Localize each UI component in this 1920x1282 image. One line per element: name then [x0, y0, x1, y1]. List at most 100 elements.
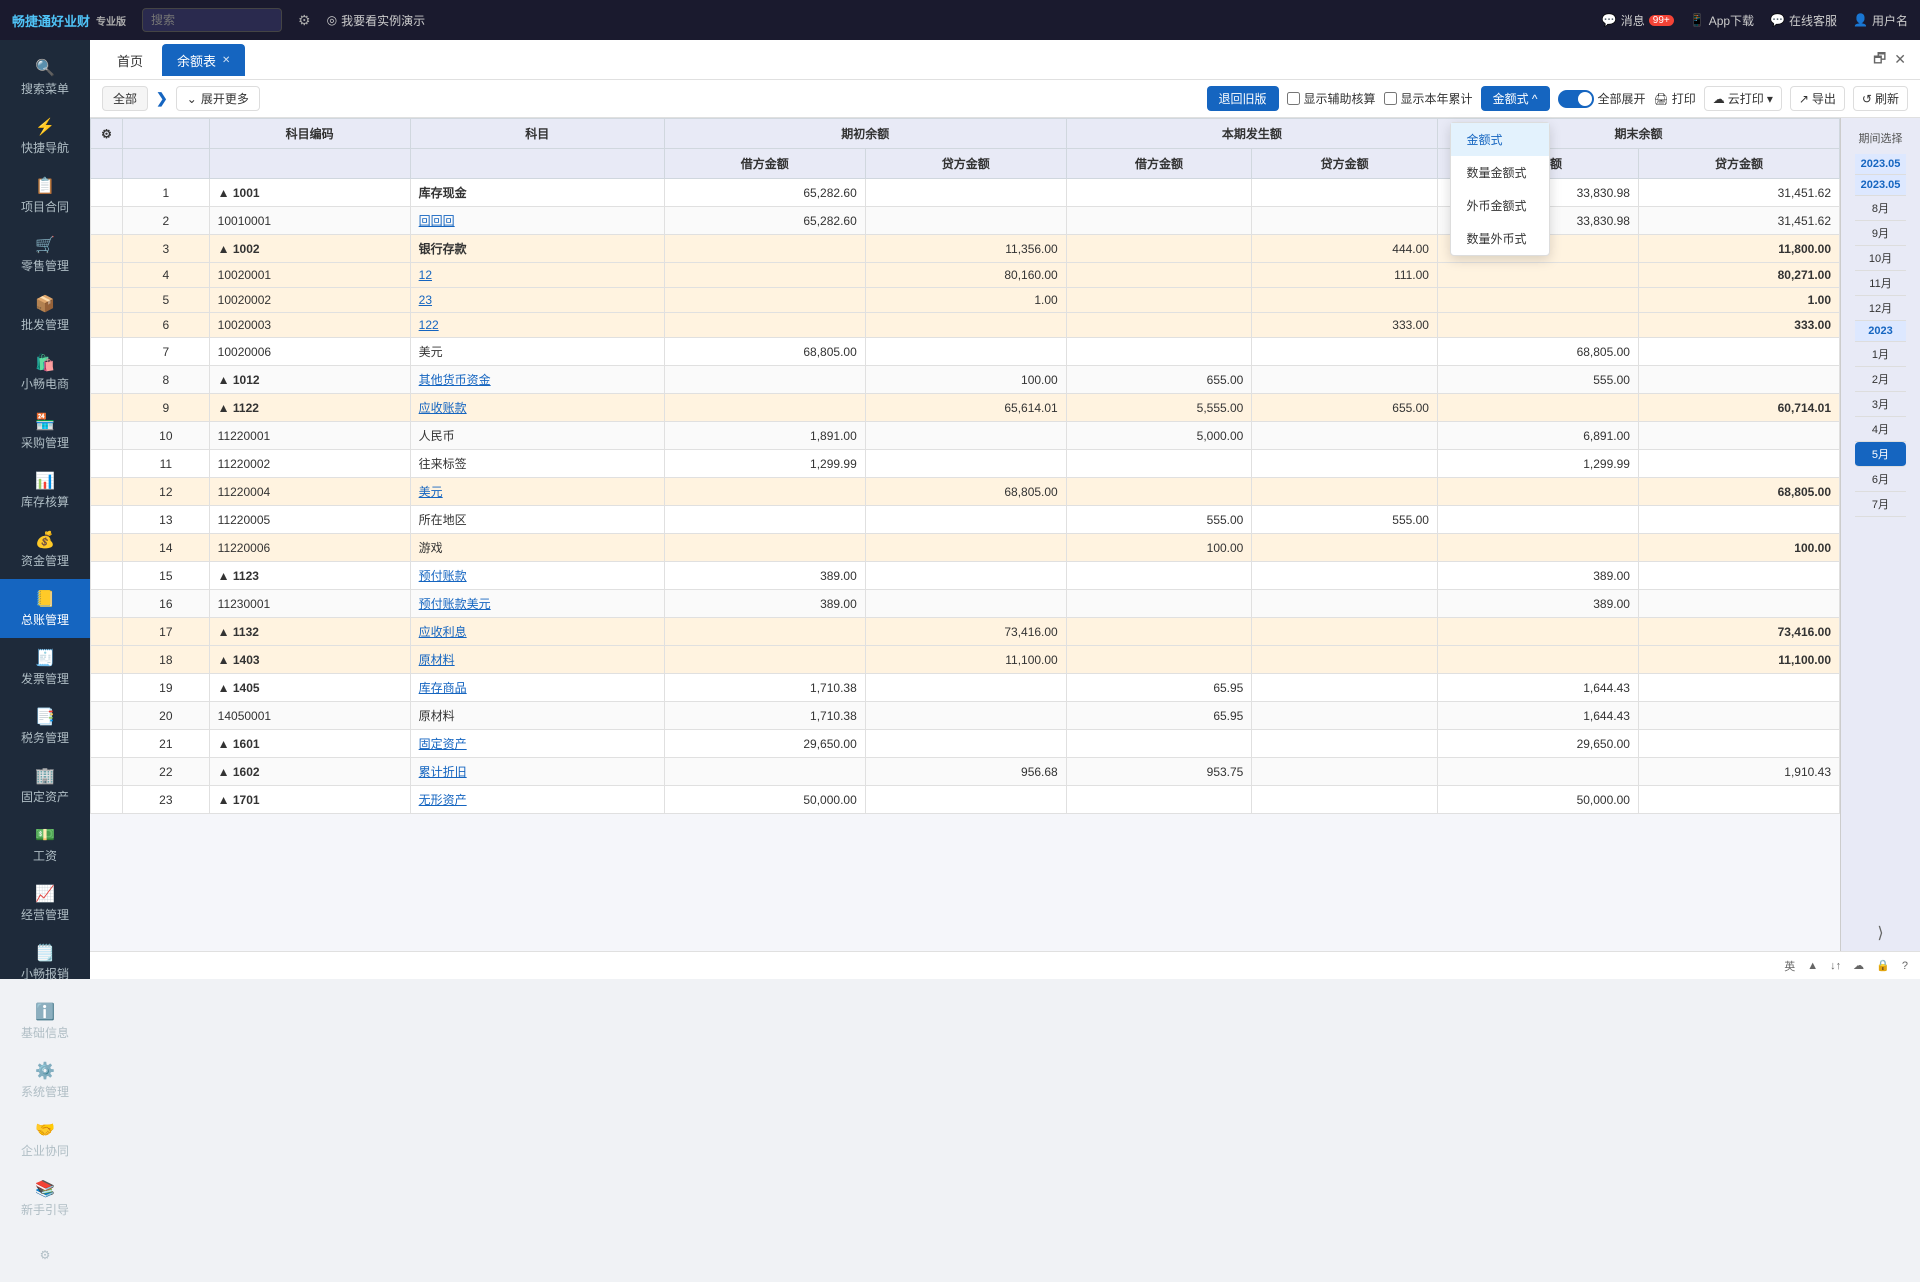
period-month-item[interactable]: 5月 — [1855, 442, 1907, 467]
show-year-checkbox[interactable]: 显示本年累计 — [1384, 90, 1473, 107]
back-old-version-btn[interactable]: 退回旧版 — [1207, 86, 1279, 111]
row-name[interactable]: 应收利息 — [410, 618, 664, 646]
row-opening-debit — [664, 313, 865, 338]
expand-more-btn[interactable]: ⌄ 展开更多 — [176, 86, 260, 111]
refresh-btn[interactable]: ↺ 刷新 — [1853, 86, 1908, 111]
period-year-item[interactable]: 2023.05 — [1855, 175, 1907, 196]
sidebar-item-guide[interactable]: 📚 新手引导 — [0, 1169, 90, 1228]
period-year-item[interactable]: 2023.05 — [1855, 154, 1907, 175]
row-period-credit — [1252, 207, 1438, 235]
col-code: 科目编码 — [209, 119, 410, 149]
period-month-item[interactable]: 3月 — [1855, 392, 1907, 417]
period-month-item[interactable]: 2023 — [1855, 321, 1907, 342]
sidebar-item-tax[interactable]: 📑 税务管理 — [0, 697, 90, 756]
window-restore-btn[interactable]: 🗗 — [1871, 46, 1888, 74]
panel-collapse-btn[interactable]: ⟩ — [1877, 923, 1883, 943]
sidebar-item-operations[interactable]: 📈 经营管理 — [0, 874, 90, 933]
print-btn[interactable]: 🖨 打印 — [1654, 90, 1696, 107]
row-opening-debit — [664, 506, 865, 534]
status-up[interactable]: ▲ — [1807, 960, 1818, 972]
sidebar-item-project[interactable]: 📋 项目合同 — [0, 166, 90, 225]
user-avatar[interactable]: 👤 用户名 — [1853, 12, 1908, 29]
tab-close-icon[interactable]: ✕ — [222, 55, 230, 66]
app-download-btn[interactable]: 📱 App下载 — [1690, 12, 1754, 29]
row-opening-credit — [865, 702, 1066, 730]
row-name[interactable]: 美元 — [410, 478, 664, 506]
row-period-credit: 655.00 — [1252, 394, 1438, 422]
sidebar-item-assets[interactable]: 🏢 固定资产 — [0, 756, 90, 815]
row-settings — [91, 179, 123, 207]
search-input[interactable] — [142, 8, 282, 32]
sidebar-item-capital[interactable]: 💰 资金管理 — [0, 520, 90, 579]
sidebar-item-system[interactable]: ⚙️ 系统管理 — [0, 1051, 90, 1110]
tab-home[interactable]: 首页 — [102, 44, 158, 76]
row-settings — [91, 338, 123, 366]
row-period-debit — [1066, 618, 1252, 646]
sidebar-item-basic[interactable]: ℹ️ 基础信息 — [0, 992, 90, 1051]
period-month-item[interactable]: 7月 — [1855, 492, 1907, 517]
row-opening-debit — [664, 288, 865, 313]
row-name[interactable]: 累计折旧 — [410, 758, 664, 786]
export-btn[interactable]: ↗ 导出 — [1790, 86, 1845, 111]
period-month-item[interactable]: 11月 — [1855, 271, 1907, 296]
amount-type-option-foreign-amount[interactable]: 外币金额式 — [1451, 189, 1549, 222]
sidebar-item-quicknav[interactable]: ⚡ 快捷导航 — [0, 107, 90, 166]
sidebar-item-payroll[interactable]: 💵 工资 — [0, 815, 90, 874]
sidebar-item-ecommerce[interactable]: 🛍️ 小畅电商 — [0, 343, 90, 402]
row-name[interactable]: 预付账款美元 — [410, 590, 664, 618]
window-close-btn[interactable]: ✕ — [1892, 46, 1908, 74]
status-lang[interactable]: 英 — [1784, 958, 1795, 974]
online-service-btn[interactable]: 💬 在线客服 — [1770, 12, 1837, 29]
row-name[interactable]: 库存商品 — [410, 674, 664, 702]
expand-all-toggle[interactable]: 全部展开 — [1558, 90, 1646, 108]
row-name[interactable]: 原材料 — [410, 646, 664, 674]
period-month-item[interactable]: 4月 — [1855, 417, 1907, 442]
sidebar-item-reports[interactable]: 🗒️ 小畅报销 — [0, 933, 90, 992]
cloud-print-btn[interactable]: ☁ 云打印 ▾ — [1704, 86, 1782, 111]
row-name[interactable]: 12 — [410, 263, 664, 288]
row-name[interactable]: 应收账款 — [410, 394, 664, 422]
period-month-item[interactable]: 6月 — [1855, 467, 1907, 492]
row-name[interactable]: 122 — [410, 313, 664, 338]
period-month-item[interactable]: 8月 — [1855, 196, 1907, 221]
sidebar-item-wholesale[interactable]: 📦 批发管理 — [0, 284, 90, 343]
period-month-item[interactable]: 2月 — [1855, 367, 1907, 392]
nav-all-btn[interactable]: 全部 — [102, 86, 148, 111]
row-name[interactable]: 23 — [410, 288, 664, 313]
status-sync[interactable]: ↓↑ — [1830, 960, 1841, 972]
sidebar-item-search[interactable]: 🔍 搜索菜单 — [0, 48, 90, 107]
row-num: 12 — [123, 478, 210, 506]
amount-type-option-amount[interactable]: 金额式 — [1451, 123, 1549, 156]
status-help[interactable]: ? — [1902, 960, 1908, 972]
sidebar-item-invoice[interactable]: 🧾 发票管理 — [0, 638, 90, 697]
sidebar-settings-btn[interactable]: ⚙ — [36, 1238, 55, 1272]
sidebar-item-inventory[interactable]: 📊 库存核算 — [0, 461, 90, 520]
period-month-item[interactable]: 10月 — [1855, 246, 1907, 271]
amount-type-option-qty-amount[interactable]: 数量金额式 — [1451, 156, 1549, 189]
row-name[interactable]: 无形资产 — [410, 786, 664, 814]
row-name[interactable]: 固定资产 — [410, 730, 664, 758]
status-lock[interactable]: 🔒 — [1876, 959, 1890, 972]
message-btn[interactable]: 💬 消息 99+ — [1602, 12, 1674, 29]
toggle-switch-control[interactable] — [1558, 90, 1594, 108]
show-assist-checkbox[interactable]: 显示辅助核算 — [1287, 90, 1376, 107]
tab-balance[interactable]: 余额表 ✕ — [162, 44, 245, 76]
row-name[interactable]: 回回回 — [410, 207, 664, 235]
row-name[interactable]: 其他货币资金 — [410, 366, 664, 394]
nav-forward-icon[interactable]: ❯ — [156, 90, 168, 107]
amount-type-option-qty-foreign[interactable]: 数量外币式 — [1451, 222, 1549, 255]
table-wrapper[interactable]: ⚙ 科目编码 科目 期初余额 本期发生额 期末余额 — [90, 118, 1840, 951]
sidebar-item-retail[interactable]: 🛒 零售管理 — [0, 225, 90, 284]
period-month-item[interactable]: 1月 — [1855, 342, 1907, 367]
col-settings[interactable]: ⚙ — [91, 119, 123, 149]
settings-icon[interactable]: ⚙ — [298, 12, 311, 29]
demo-btn[interactable]: ◎ 我要看实例演示 — [327, 12, 426, 29]
period-month-item[interactable]: 12月 — [1855, 296, 1907, 321]
period-month-item[interactable]: 9月 — [1855, 221, 1907, 246]
status-cloud[interactable]: ☁ — [1853, 959, 1864, 972]
sidebar-item-purchase[interactable]: 🏪 采购管理 — [0, 402, 90, 461]
sidebar-item-coop[interactable]: 🤝 企业协同 — [0, 1110, 90, 1169]
row-name[interactable]: 预付账款 — [410, 562, 664, 590]
sidebar-item-accounting[interactable]: 📒 总账管理 — [0, 579, 90, 638]
amount-type-btn[interactable]: 金额式 ^ — [1481, 86, 1550, 111]
